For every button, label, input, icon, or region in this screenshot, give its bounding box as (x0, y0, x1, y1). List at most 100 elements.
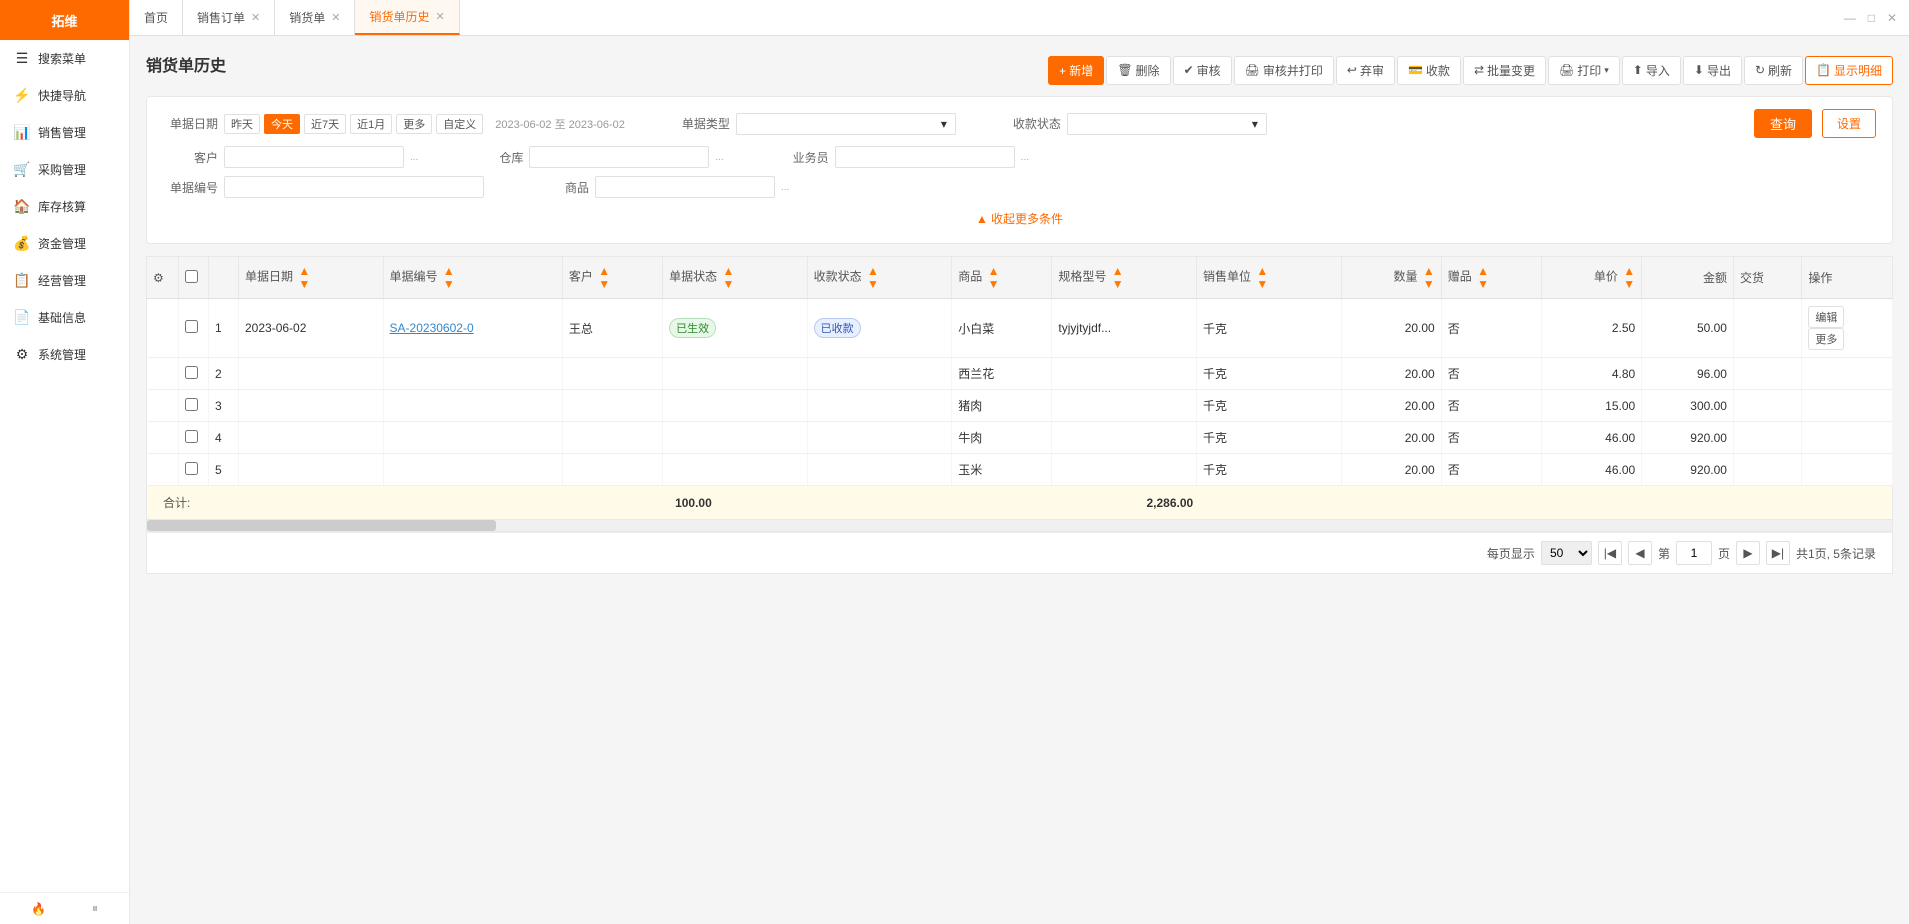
print-dropdown-icon: ▾ (1604, 65, 1609, 76)
window-close[interactable]: ✕ (1883, 11, 1901, 25)
sidebar-item-finance[interactable]: 💰 资金管理 (0, 225, 129, 262)
row-action-btn[interactable]: 更多 (1808, 328, 1844, 350)
tab-sales-order[interactable]: 销售订单 ✕ (183, 0, 275, 35)
row-checkbox-3[interactable] (185, 430, 198, 443)
doc-type-filter: 单据类型 ▾ (675, 113, 956, 135)
print-button[interactable]: 🖨 打印 ▾ (1548, 56, 1620, 85)
batch-change-button[interactable]: ⇄ 批量变更 (1463, 56, 1546, 85)
date-more[interactable]: 更多 (396, 114, 432, 134)
customer-input[interactable] (224, 146, 404, 168)
review-button[interactable]: ✔ 审核 (1173, 56, 1232, 85)
query-button[interactable]: 查询 (1754, 109, 1812, 138)
delete-button[interactable]: 🗑 删除 (1106, 56, 1170, 85)
table-head: ⚙ 单据日期 ▲▼ 单据编号 ▲▼ (147, 257, 1893, 299)
th-product[interactable]: 商品 ▲▼ (952, 257, 1052, 299)
page-prev[interactable]: ◀ (1628, 541, 1652, 565)
show-detail-button[interactable]: 📋 显示明细 (1805, 56, 1893, 85)
th-pay-status[interactable]: 收款状态 ▲▼ (807, 257, 952, 299)
row-unit: 千克 (1196, 299, 1341, 358)
warehouse-input[interactable] (529, 146, 709, 168)
refresh-button[interactable]: ↻ 刷新 (1744, 56, 1803, 85)
sidebar-item-search-menu[interactable]: ☰ 搜索菜单 (0, 40, 129, 77)
collect-button[interactable]: 💳 收款 (1397, 56, 1461, 85)
customer-more[interactable]: ... (410, 152, 418, 163)
sidebar-bottom-icon1[interactable]: 🔥 (31, 902, 46, 916)
sidebar-item-sys-mgmt[interactable]: ⚙ 系统管理 (0, 336, 129, 373)
row-checkbox-0[interactable] (185, 320, 198, 333)
horizontal-scrollbar[interactable] (146, 520, 1893, 532)
page-last[interactable]: ▶| (1766, 541, 1790, 565)
tab-sales-history[interactable]: 销货单历史 ✕ (355, 0, 459, 35)
tab-sales-goods[interactable]: 销货单 ✕ (275, 0, 355, 35)
row-checkbox-2[interactable] (185, 398, 198, 411)
row-product: 西兰花 (952, 358, 1052, 390)
date-1month[interactable]: 近1月 (350, 114, 392, 134)
page-next[interactable]: ▶ (1736, 541, 1760, 565)
warehouse-more[interactable]: ... (715, 152, 723, 163)
date-7days[interactable]: 近7天 (304, 114, 346, 134)
th-settings[interactable]: ⚙ (147, 257, 179, 299)
collapse-button[interactable]: ▲ 收起更多条件 (163, 206, 1876, 231)
sidebar-item-basic-info[interactable]: 📄 基础信息 (0, 299, 129, 336)
product-more[interactable]: ... (781, 182, 789, 193)
row-doc-status (663, 422, 808, 454)
window-maximize[interactable]: □ (1864, 11, 1879, 25)
tab-bar: 首页 销售订单 ✕ 销货单 ✕ 销货单历史 ✕ — □ ✕ (130, 0, 1909, 36)
sidebar-item-quick-nav[interactable]: ⚡ 快捷导航 (0, 77, 129, 114)
pay-status-select[interactable]: ▾ (1067, 113, 1267, 135)
export-button[interactable]: ⬇ 导出 (1683, 56, 1742, 85)
doc-number-input[interactable] (224, 176, 484, 198)
th-checkbox (179, 257, 209, 299)
tab-sales-history-close[interactable]: ✕ (436, 10, 445, 23)
th-unit-price[interactable]: 单价 ▲▼ (1541, 257, 1641, 299)
tab-sales-order-close[interactable]: ✕ (251, 11, 260, 24)
th-doc-number[interactable]: 单据编号 ▲▼ (383, 257, 562, 299)
th-doc-status[interactable]: 单据状态 ▲▼ (663, 257, 808, 299)
date-today[interactable]: 今天 (264, 114, 300, 134)
content-area: 销货单历史 + 新增 🗑 删除 ✔ 审核 🖨 审核并打印 (130, 36, 1909, 924)
th-doc-date[interactable]: 单据日期 ▲▼ (239, 257, 384, 299)
sidebar-bottom-icon2[interactable]: ⏸ (92, 901, 98, 916)
inventory-icon: 🏠 (14, 199, 30, 215)
per-page-select[interactable]: 50 100 200 (1541, 541, 1592, 565)
th-unit[interactable]: 销售单位 ▲▼ (1196, 257, 1341, 299)
salesperson-more[interactable]: ... (1021, 152, 1029, 163)
sidebar-item-purchase-mgmt[interactable]: 🛒 采购管理 (0, 151, 129, 188)
th-qty[interactable]: 数量 ▲▼ (1341, 257, 1441, 299)
th-customer[interactable]: 客户 ▲▼ (562, 257, 662, 299)
row-checkbox-1[interactable] (185, 366, 198, 379)
discard-button[interactable]: ↩ 弃审 (1336, 56, 1395, 85)
row-action-btn[interactable]: 编辑 (1808, 306, 1844, 328)
product-input[interactable] (595, 176, 775, 198)
date-yesterday[interactable]: 昨天 (224, 114, 260, 134)
row-checkbox-4[interactable] (185, 462, 198, 475)
salesperson-input[interactable] (835, 146, 1015, 168)
review-print-button[interactable]: 🖨 审核并打印 (1234, 56, 1334, 85)
sidebar-item-sales-mgmt[interactable]: 📊 销售管理 (0, 114, 129, 151)
new-button[interactable]: + 新增 (1048, 56, 1104, 85)
row-amount: 300.00 (1642, 390, 1734, 422)
th-gift[interactable]: 赠品 ▲▼ (1441, 257, 1541, 299)
import-button[interactable]: ⬆ 导入 (1622, 56, 1681, 85)
tab-sales-goods-close[interactable]: ✕ (331, 11, 340, 24)
sidebar-item-inventory[interactable]: 🏠 库存核算 (0, 188, 129, 225)
import-icon: ⬆ (1633, 63, 1643, 77)
row-pay-status: 已收款 (807, 299, 952, 358)
window-minimize[interactable]: — (1840, 11, 1860, 25)
review-icon: ✔ (1184, 63, 1194, 77)
doc-number-link[interactable]: SA-20230602-0 (390, 321, 474, 335)
tab-home[interactable]: 首页 (130, 0, 183, 35)
page-number-input[interactable] (1676, 541, 1712, 565)
sidebar-item-operation[interactable]: 📋 经营管理 (0, 262, 129, 299)
date-custom[interactable]: 自定义 (436, 114, 483, 134)
page-first[interactable]: |◀ (1598, 541, 1622, 565)
row-cell (147, 390, 179, 422)
th-spec[interactable]: 规格型号 ▲▼ (1052, 257, 1197, 299)
row-amount: 50.00 (1642, 299, 1734, 358)
setting-button[interactable]: 设置 (1822, 109, 1876, 138)
select-all-checkbox[interactable] (185, 270, 198, 283)
row-gift: 否 (1441, 358, 1541, 390)
row-cell (179, 454, 209, 486)
doc-type-select[interactable]: ▾ (736, 113, 956, 135)
page-unit: 页 (1718, 545, 1730, 562)
